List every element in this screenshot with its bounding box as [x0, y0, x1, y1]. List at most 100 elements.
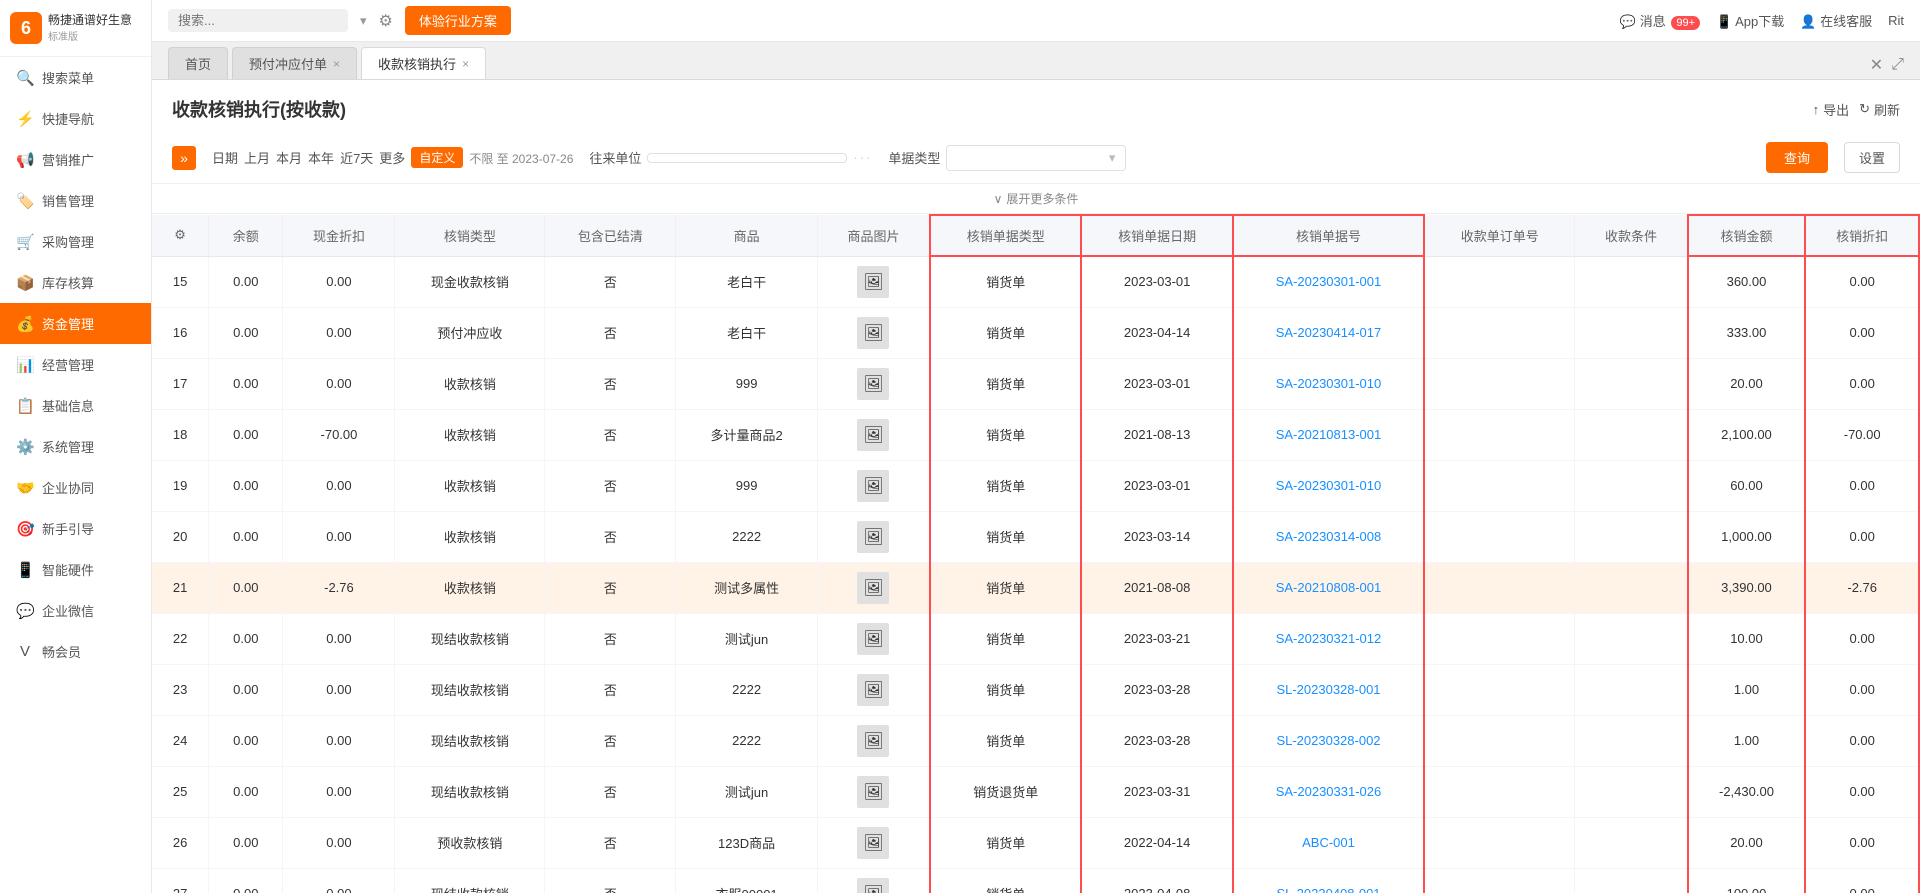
sidebar-item-sys-mgmt[interactable]: ⚙️系统管理 — [0, 426, 151, 467]
topbar-search-input[interactable] — [168, 9, 348, 32]
verify-bill-no-link[interactable]: SA-20210808-001 — [1276, 580, 1382, 595]
sidebar-item-corp-collab[interactable]: 🤝企业协同 — [0, 467, 151, 508]
refresh-button[interactable]: ↻ 刷新 — [1859, 100, 1900, 119]
cell-verify-bill-no[interactable]: SA-20230331-026 — [1233, 766, 1424, 817]
sidebar-item-label: 系统管理 — [42, 437, 94, 456]
tab-prepay-close[interactable]: × — [333, 57, 340, 71]
sidebar-item-search-menu[interactable]: 🔍搜索菜单 — [0, 57, 151, 98]
verify-bill-no-link[interactable]: SL-20230408-001 — [1276, 886, 1380, 893]
cell-id: 18 — [152, 409, 209, 460]
verify-bill-no-link[interactable]: SA-20210813-001 — [1276, 427, 1382, 442]
export-button[interactable]: ↑ 导出 — [1813, 100, 1850, 119]
sidebar-item-ops-mgmt[interactable]: 📊经营管理 — [0, 344, 151, 385]
tab-receipt-close[interactable]: × — [462, 57, 469, 71]
logo-text: 畅捷通谱好生意 — [48, 13, 132, 29]
sidebar-item-marketing[interactable]: 📢营销推广 — [0, 139, 151, 180]
topbar-dropdown[interactable]: ▾ — [360, 13, 367, 29]
solution-button[interactable]: 体验行业方案 — [405, 6, 511, 35]
cell-verify-amount: 360.00 — [1688, 256, 1806, 307]
filter-date-this-year[interactable]: 本年 — [308, 148, 334, 167]
cell-receipt-order-no — [1424, 613, 1575, 664]
sidebar-item-inventory[interactable]: 📦库存核算 — [0, 262, 151, 303]
cell-verify-bill-date: 2023-03-28 — [1081, 664, 1232, 715]
cell-verify-bill-no[interactable]: SL-20230328-001 — [1233, 664, 1424, 715]
table-container[interactable]: ⚙ 余额 现金折扣 核销类型 包含已结清 商品 商品图片 核销单据类型 核销单据… — [152, 214, 1920, 893]
filter-date-more[interactable]: 更多 — [379, 148, 405, 167]
query-button[interactable]: 查询 — [1766, 142, 1828, 173]
verify-bill-no-link[interactable]: SL-20230328-001 — [1276, 682, 1380, 697]
sidebar-item-smart-hw[interactable]: 📱智能硬件 — [0, 549, 151, 590]
expand-more-label: 展开更多条件 — [1006, 190, 1078, 207]
col-header-verify-amount: 核销金额 — [1688, 215, 1806, 256]
sidebar-item-corp-wechat[interactable]: 💬企业微信 — [0, 590, 151, 631]
sidebar-item-newbie[interactable]: 🎯新手引导 — [0, 508, 151, 549]
filter-expand-button[interactable]: » — [172, 146, 196, 170]
sidebar-item-purchase-mgmt[interactable]: 🛒采购管理 — [0, 221, 151, 262]
cell-verify-bill-no[interactable]: ABC-001 — [1233, 817, 1424, 868]
verify-bill-no-link[interactable]: SA-20230301-010 — [1276, 376, 1382, 391]
setting-button[interactable]: 设置 — [1844, 142, 1900, 173]
sidebar-item-label: 企业协同 — [42, 478, 94, 497]
cell-product: 测试多属性 — [676, 562, 817, 613]
basic-info-icon: 📋 — [16, 397, 34, 415]
cell-balance: 0.00 — [209, 766, 283, 817]
cell-verify-bill-date: 2022-04-14 — [1081, 817, 1232, 868]
tab-prepay[interactable]: 预付冲应付单 × — [232, 47, 357, 79]
cell-verify-bill-no[interactable]: SA-20230301-010 — [1233, 460, 1424, 511]
filter-counterpart-input[interactable] — [647, 153, 847, 163]
verify-bill-no-link[interactable]: SA-20230301-010 — [1276, 478, 1382, 493]
expand-more-bar[interactable]: ∨ 展开更多条件 — [152, 184, 1920, 214]
filter-counterpart-group: 往来单位 ··· — [589, 148, 872, 167]
tab-expand-btn[interactable]: ⤢ — [1891, 55, 1904, 75]
cell-id: 19 — [152, 460, 209, 511]
sidebar-item-vip[interactable]: V畅会员 — [0, 631, 151, 672]
cell-receipt-order-no — [1424, 358, 1575, 409]
cell-receipt-condition — [1575, 307, 1688, 358]
settings-icon[interactable]: ⚙ — [174, 227, 186, 242]
cell-verify-bill-no[interactable]: SA-20230414-017 — [1233, 307, 1424, 358]
tab-home[interactable]: 首页 — [168, 47, 228, 79]
sidebar-item-basic-info[interactable]: 📋基础信息 — [0, 385, 151, 426]
cell-receipt-order-no — [1424, 766, 1575, 817]
cell-verify-type: 现金收款核销 — [395, 256, 545, 307]
cell-verify-bill-no[interactable]: SL-20230328-002 — [1233, 715, 1424, 766]
verify-bill-no-link[interactable]: SA-20230321-012 — [1276, 631, 1382, 646]
filter-bill-type-select[interactable]: ▾ — [946, 145, 1126, 171]
tab-receipt[interactable]: 收款核销执行 × — [361, 47, 486, 79]
verify-bill-no-link[interactable]: SA-20230301-001 — [1276, 274, 1382, 289]
cell-verify-bill-no[interactable]: SA-20230301-001 — [1233, 256, 1424, 307]
cell-verify-bill-no[interactable]: SA-20230301-010 — [1233, 358, 1424, 409]
cell-verify-bill-no[interactable]: SA-20230314-008 — [1233, 511, 1424, 562]
cell-verify-bill-no[interactable]: SA-20210813-001 — [1233, 409, 1424, 460]
sidebar-item-label: 库存核算 — [42, 273, 94, 292]
filter-date-this-month[interactable]: 本月 — [276, 148, 302, 167]
verify-bill-no-link[interactable]: SA-20230331-026 — [1276, 784, 1382, 799]
cell-product-image: 🖼 — [817, 562, 930, 613]
filter-date-last-month[interactable]: 上月 — [244, 148, 270, 167]
verify-bill-no-link[interactable]: SL-20230328-002 — [1276, 733, 1380, 748]
sidebar-item-fund-mgmt[interactable]: 💰资金管理 — [0, 303, 151, 344]
verify-bill-no-link[interactable]: SA-20230314-008 — [1276, 529, 1382, 544]
col-header-verify-discount: 核销折扣 — [1805, 215, 1919, 256]
gear-icon[interactable]: ⚙ — [379, 11, 393, 31]
filter-date-7days[interactable]: 近7天 — [340, 148, 373, 167]
cell-product-image: 🖼 — [817, 358, 930, 409]
message-link[interactable]: 💬 消息 99+ — [1620, 11, 1700, 30]
verify-bill-no-link[interactable]: SA-20230414-017 — [1276, 325, 1382, 340]
tab-close-btn[interactable]: ✕ — [1870, 55, 1883, 75]
sidebar-item-sales-mgmt[interactable]: 🏷️销售管理 — [0, 180, 151, 221]
col-header-settings[interactable]: ⚙ — [152, 215, 209, 256]
cell-product: 衣服00001 — [676, 868, 817, 893]
sidebar-item-quick-nav[interactable]: ⚡快捷导航 — [0, 98, 151, 139]
user-name[interactable]: Rit — [1888, 13, 1904, 28]
cell-verify-bill-no[interactable]: SA-20210808-001 — [1233, 562, 1424, 613]
filter-custom-button[interactable]: 自定义 — [411, 147, 463, 168]
filter-counterpart-label: 往来单位 — [589, 148, 641, 167]
cell-verify-bill-type: 销货单 — [930, 511, 1081, 562]
app-download-link[interactable]: 📱 App下载 — [1716, 11, 1784, 30]
cell-verify-bill-no[interactable]: SL-20230408-001 — [1233, 868, 1424, 893]
cell-verify-bill-no[interactable]: SA-20230321-012 — [1233, 613, 1424, 664]
verify-bill-no-link[interactable]: ABC-001 — [1302, 835, 1355, 850]
cell-verify-type: 现结收款核销 — [395, 664, 545, 715]
online-service-link[interactable]: 👤 在线客服 — [1800, 11, 1872, 30]
